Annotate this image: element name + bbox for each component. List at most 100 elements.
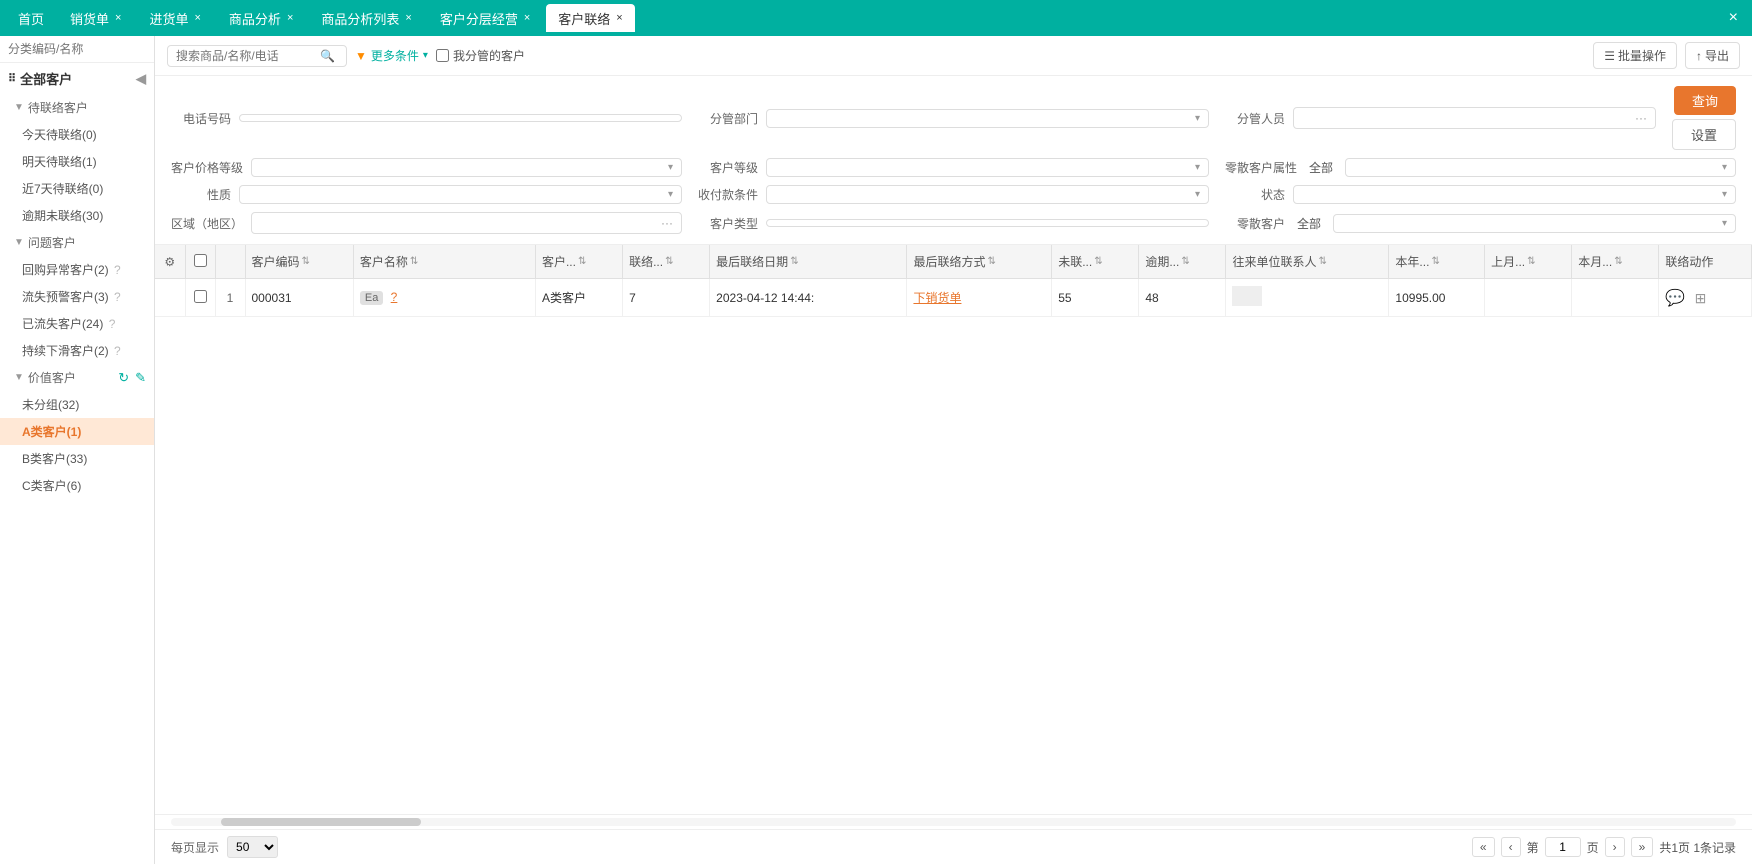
- help-icon-declining[interactable]: ?: [114, 344, 121, 358]
- help-icon-repurchase[interactable]: ?: [114, 263, 121, 277]
- query-btn[interactable]: 查询: [1674, 86, 1736, 115]
- search-submit-icon[interactable]: 🔍: [320, 49, 335, 63]
- row-uncontacted: 55: [1052, 279, 1139, 317]
- filter-status-select[interactable]: ▾: [1293, 185, 1736, 204]
- filter-nature: 性质 ▾: [171, 185, 682, 204]
- sort-month-icon[interactable]: ⇅: [1614, 256, 1622, 267]
- sidebar-item-class-a[interactable]: A类客户(1): [0, 418, 154, 445]
- col-contact2: 往来单位联系人⇅: [1226, 245, 1389, 279]
- close-tab-contact[interactable]: ×: [616, 12, 622, 24]
- help-icon-churn[interactable]: ?: [114, 290, 121, 304]
- table-settings-icon[interactable]: ⚙: [164, 255, 175, 269]
- nav-tab-crm[interactable]: 客户分层经营 ×: [428, 4, 542, 32]
- close-tab-analysis[interactable]: ×: [287, 12, 293, 24]
- action-comment-icon[interactable]: 💬: [1665, 290, 1685, 307]
- refresh-icon[interactable]: ↻: [118, 370, 129, 386]
- sort-contact-icon[interactable]: ⇅: [665, 256, 673, 267]
- nav-tab-analysis[interactable]: 商品分析 ×: [217, 4, 305, 32]
- filter-level-label: 客户等级: [698, 159, 758, 176]
- settings-btn[interactable]: 设置: [1672, 119, 1736, 150]
- more-filters-btn[interactable]: ▼ 更多条件 ▾: [355, 47, 428, 64]
- sort-year-icon[interactable]: ⇅: [1431, 256, 1439, 267]
- filter-level-select[interactable]: ▾: [766, 158, 1209, 177]
- sidebar-all-customers[interactable]: ⠿ 全部客户 ◀: [0, 63, 154, 94]
- export-btn[interactable]: ↑ 导出: [1685, 42, 1740, 69]
- customer-name-link[interactable]: ?: [391, 290, 398, 304]
- nav-tab-contact[interactable]: 客户联络 ×: [546, 4, 634, 32]
- scrollbar-thumb[interactable]: [221, 818, 421, 826]
- sidebar-group-problem[interactable]: ▼ 问题客户: [0, 229, 154, 256]
- nav-tab-sales[interactable]: 销货单 ×: [58, 4, 133, 32]
- sidebar-search-input[interactable]: [8, 42, 155, 56]
- row-select-checkbox[interactable]: [194, 290, 207, 303]
- table-settings-col: ⚙: [155, 245, 185, 279]
- sort-name-icon[interactable]: ⇅: [410, 256, 418, 267]
- next-page-btn[interactable]: ›: [1605, 837, 1625, 857]
- per-page-label: 每页显示: [171, 839, 219, 856]
- sidebar-item-class-b[interactable]: B类客户(33): [0, 445, 154, 472]
- filter-dept-select[interactable]: ▾: [766, 109, 1209, 128]
- filter-nature-select[interactable]: ▾: [239, 185, 682, 204]
- sidebar-collapse-btn[interactable]: ◀: [136, 71, 146, 87]
- my-customers-toggle[interactable]: 我分管的客户: [436, 47, 525, 64]
- nav-tab-purchase[interactable]: 进货单 ×: [137, 4, 212, 32]
- table-select-all-col: [185, 245, 215, 279]
- sidebar-item-today[interactable]: 今天待联络(0): [0, 121, 154, 148]
- filter-manager-input[interactable]: ···: [1293, 107, 1656, 129]
- action-grid-icon[interactable]: ⊞: [1695, 290, 1707, 306]
- nav-tab-analysis-list[interactable]: 商品分析列表 ×: [309, 4, 423, 32]
- sidebar-item-churned[interactable]: 已流失客户(24) ?: [0, 310, 154, 337]
- page-end-label: 页: [1587, 839, 1599, 856]
- batch-operation-btn[interactable]: ☰ 批量操作: [1593, 42, 1677, 69]
- dropdown-arrow-icon: ▾: [668, 189, 673, 200]
- filter-retail-attr-select[interactable]: ▾: [1345, 158, 1736, 177]
- sidebar-item-class-c[interactable]: C类客户(6): [0, 472, 154, 499]
- filter-row-4: 区域（地区） ··· 客户类型 零散客户 全部 ▾: [171, 212, 1736, 234]
- search-input[interactable]: [176, 49, 316, 63]
- per-page-select[interactable]: 50 20 100: [227, 836, 278, 858]
- sidebar-item-overdue[interactable]: 逾期未联络(30): [0, 202, 154, 229]
- help-icon-churned[interactable]: ?: [109, 317, 116, 331]
- sidebar-item-declining[interactable]: 持续下滑客户(2) ?: [0, 337, 154, 364]
- filter-region-input[interactable]: ···: [251, 212, 682, 234]
- sort-date-icon[interactable]: ⇅: [790, 256, 798, 267]
- sort-level-icon[interactable]: ⇅: [578, 256, 586, 267]
- filter-type-input[interactable]: [766, 219, 1209, 227]
- horizontal-scrollbar[interactable]: [155, 814, 1752, 829]
- more-dots-icon: ···: [1635, 111, 1647, 125]
- sort-method-icon[interactable]: ⇅: [987, 256, 995, 267]
- my-customers-checkbox[interactable]: [436, 49, 449, 62]
- sidebar-item-repurchase[interactable]: 回购异常客户(2) ?: [0, 256, 154, 283]
- sidebar-item-7days[interactable]: 近7天待联络(0): [0, 175, 154, 202]
- sidebar-group-pending[interactable]: ▼ 待联络客户: [0, 94, 154, 121]
- sort-lastmonth-icon[interactable]: ⇅: [1527, 256, 1535, 267]
- nav-home-tab[interactable]: 首页: [8, 9, 54, 28]
- select-all-checkbox[interactable]: [194, 254, 207, 267]
- sidebar-group-value[interactable]: ▼ 价值客户: [0, 364, 118, 391]
- first-page-btn[interactable]: «: [1472, 837, 1495, 857]
- page-number-input[interactable]: [1545, 837, 1581, 857]
- sort-code-icon[interactable]: ⇅: [302, 256, 310, 267]
- row-this-year: 10995.00: [1389, 279, 1485, 317]
- close-all-tabs[interactable]: ×: [1723, 9, 1744, 27]
- close-tab-sales[interactable]: ×: [115, 12, 121, 24]
- filter-phone-input[interactable]: [239, 114, 682, 122]
- sidebar-item-churn-warning[interactable]: 流失预警客户(3) ?: [0, 283, 154, 310]
- sort-contact2-icon[interactable]: ⇅: [1318, 256, 1326, 267]
- filter-region: 区域（地区） ···: [171, 212, 682, 234]
- filter-price-select[interactable]: ▾: [251, 158, 682, 177]
- filter-payment-select[interactable]: ▾: [766, 185, 1209, 204]
- close-tab-purchase[interactable]: ×: [194, 12, 200, 24]
- sort-uncontacted-icon[interactable]: ⇅: [1094, 256, 1102, 267]
- filter-retail-select[interactable]: ▾: [1333, 214, 1736, 233]
- close-tab-crm[interactable]: ×: [524, 12, 530, 24]
- sort-overdue-icon[interactable]: ⇅: [1181, 256, 1189, 267]
- last-method-link[interactable]: 下销货单: [913, 291, 961, 305]
- sidebar-item-ungrouped[interactable]: 未分组(32): [0, 391, 154, 418]
- prev-page-btn[interactable]: ‹: [1501, 837, 1521, 857]
- filter-region-label: 区域（地区）: [171, 215, 243, 232]
- sidebar-item-tomorrow[interactable]: 明天待联络(1): [0, 148, 154, 175]
- close-tab-analysis-list[interactable]: ×: [405, 12, 411, 24]
- edit-icon[interactable]: ✎: [135, 370, 146, 386]
- last-page-btn[interactable]: »: [1631, 837, 1654, 857]
